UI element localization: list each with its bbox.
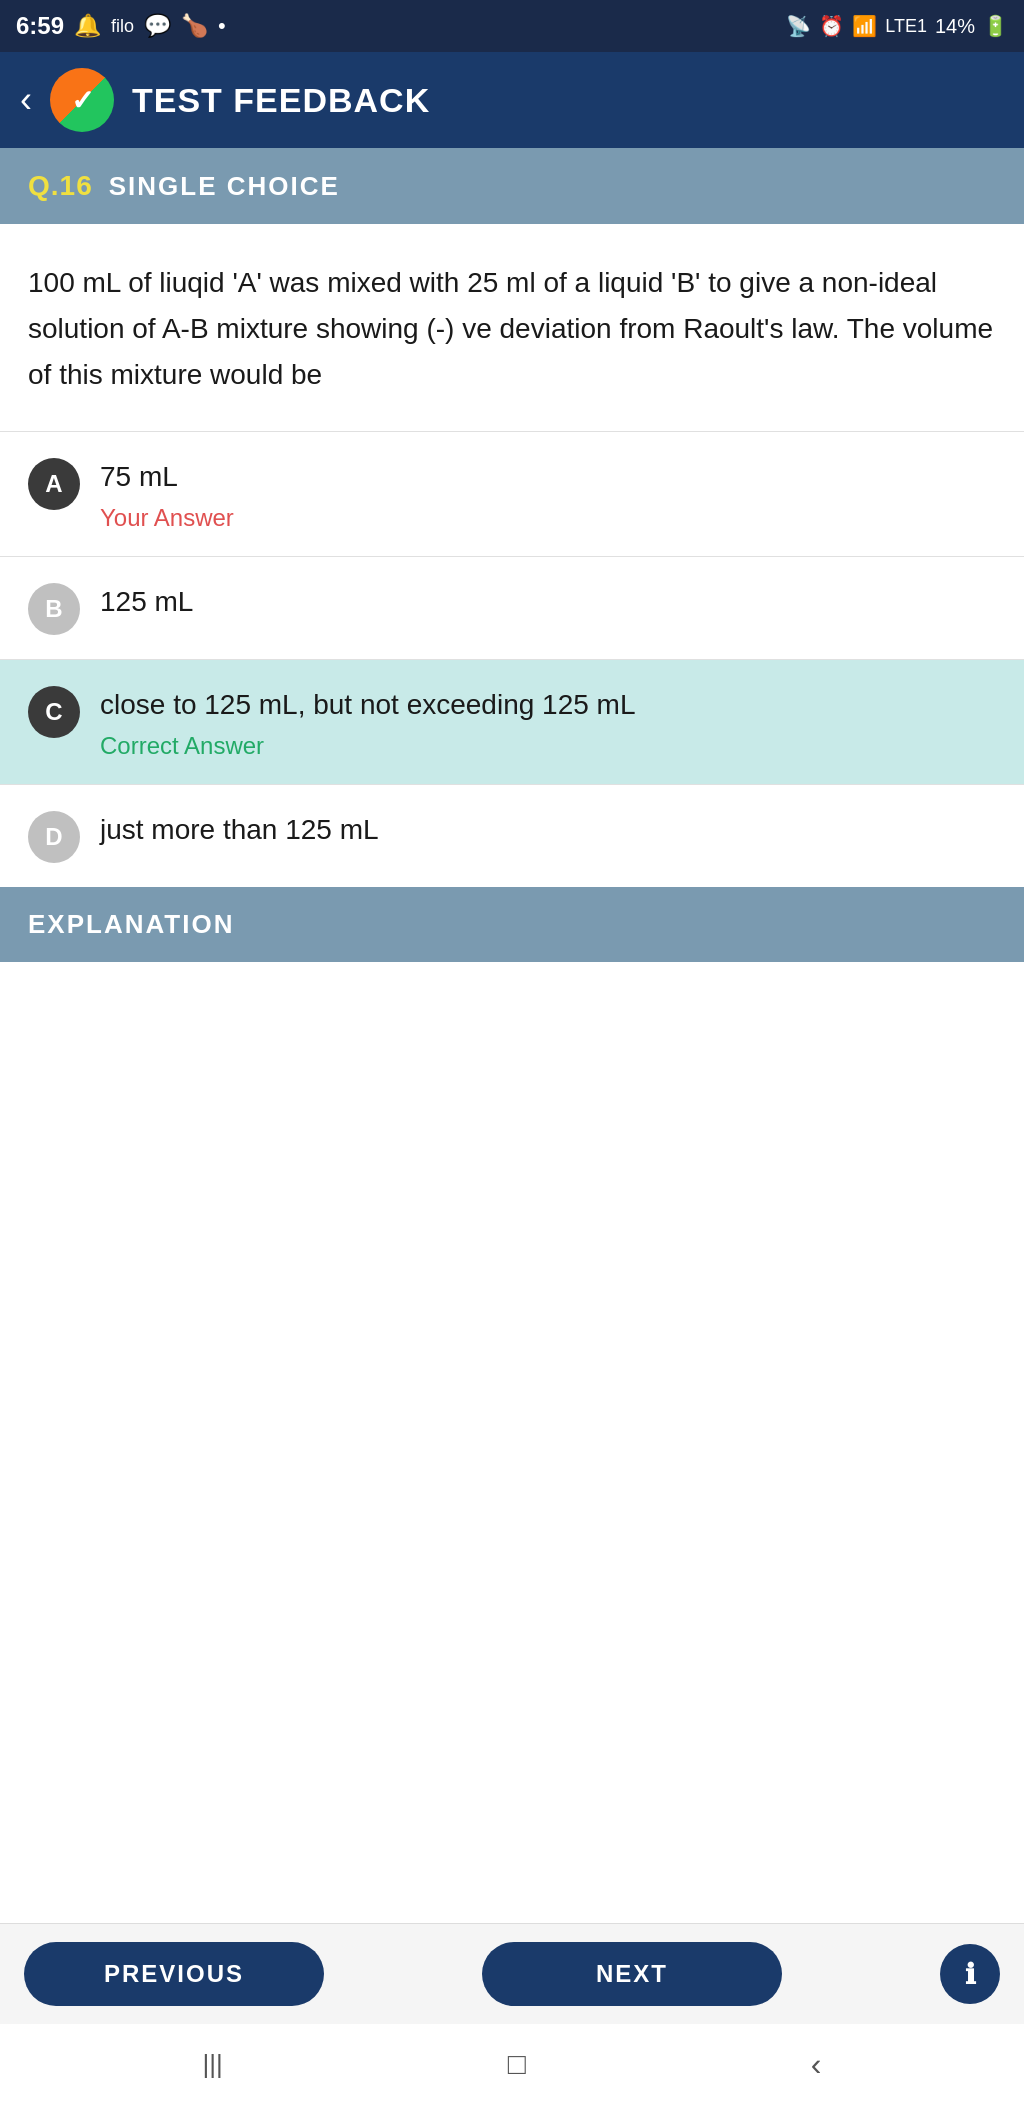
question-body: 100 mL of liuqid 'A' was mixed with 25 m… bbox=[0, 224, 1024, 431]
chat-icon: 💬 bbox=[144, 13, 171, 39]
question-type: SINGLE CHOICE bbox=[109, 171, 340, 202]
option-c-content: close to 125 mL, but not exceeding 125 m… bbox=[100, 684, 996, 760]
explanation-content bbox=[0, 962, 1024, 1923]
explanation-header: EXPLANATION bbox=[0, 887, 1024, 962]
status-bar: 6:59 🔔 filo 💬 🍗 • 📡 ⏰ 📶 LTE1 14% 🔋 bbox=[0, 0, 1024, 52]
option-b[interactable]: B 125 mL bbox=[0, 556, 1024, 659]
battery-level: 14% bbox=[935, 15, 975, 38]
question-text: 100 mL of liuqid 'A' was mixed with 25 m… bbox=[28, 260, 996, 399]
app-icon-filo: filo bbox=[111, 16, 134, 37]
app-header: ‹ ✓ TEST FEEDBACK bbox=[0, 52, 1024, 148]
option-a-circle: A bbox=[28, 458, 80, 510]
previous-button[interactable]: PREVIOUS bbox=[24, 1942, 324, 2006]
status-left: 6:59 🔔 filo 💬 🍗 • bbox=[16, 12, 226, 40]
notification-icon: 🔔 bbox=[74, 13, 101, 39]
info-button[interactable]: ℹ bbox=[940, 1944, 1000, 2004]
next-button[interactable]: NEXT bbox=[482, 1942, 782, 2006]
option-c[interactable]: C close to 125 mL, but not exceeding 125… bbox=[0, 659, 1024, 784]
battery-icon: 🔋 bbox=[983, 14, 1008, 38]
option-a-text: 75 mL bbox=[100, 456, 996, 498]
android-navbar: ||| □ ‹ bbox=[0, 2024, 1024, 2104]
question-number: Q.16 bbox=[28, 170, 93, 202]
option-a-content: 75 mL Your Answer bbox=[100, 456, 996, 532]
back-button[interactable]: ‹ bbox=[20, 82, 32, 118]
alarm-icon: ⏰ bbox=[819, 14, 844, 38]
option-c-circle: C bbox=[28, 686, 80, 738]
correct-answer-label: Correct Answer bbox=[100, 732, 996, 760]
dot-icon: • bbox=[218, 13, 226, 39]
app-logo: ✓ bbox=[50, 68, 114, 132]
option-d-text: just more than 125 mL bbox=[100, 809, 996, 851]
option-b-content: 125 mL bbox=[100, 581, 996, 623]
option-d-content: just more than 125 mL bbox=[100, 809, 996, 851]
status-time: 6:59 bbox=[16, 12, 64, 40]
your-answer-label: Your Answer bbox=[100, 504, 996, 532]
status-right: 📡 ⏰ 📶 LTE1 14% 🔋 bbox=[786, 14, 1008, 38]
checkmark-icon: ✓ bbox=[71, 84, 94, 117]
cast-icon: 📡 bbox=[786, 14, 811, 38]
wifi-icon: 📶 bbox=[852, 14, 877, 38]
android-back-button[interactable]: ‹ bbox=[811, 2046, 822, 2083]
option-b-circle: B bbox=[28, 583, 80, 635]
question-header: Q.16 SINGLE CHOICE bbox=[0, 148, 1024, 224]
signal-icon: LTE1 bbox=[885, 16, 927, 37]
android-menu-button[interactable]: ||| bbox=[202, 2049, 222, 2080]
kfc-icon: 🍗 bbox=[181, 13, 208, 39]
bottom-nav: PREVIOUS NEXT ℹ bbox=[0, 1923, 1024, 2024]
header-title: TEST FEEDBACK bbox=[132, 81, 430, 120]
option-c-text: close to 125 mL, but not exceeding 125 m… bbox=[100, 684, 996, 726]
options-container: A 75 mL Your Answer B 125 mL C close to … bbox=[0, 431, 1024, 887]
android-home-button[interactable]: □ bbox=[508, 2047, 526, 2081]
option-a[interactable]: A 75 mL Your Answer bbox=[0, 431, 1024, 556]
option-d-circle: D bbox=[28, 811, 80, 863]
option-d[interactable]: D just more than 125 mL bbox=[0, 784, 1024, 887]
explanation-title: EXPLANATION bbox=[28, 909, 234, 939]
option-b-text: 125 mL bbox=[100, 581, 996, 623]
